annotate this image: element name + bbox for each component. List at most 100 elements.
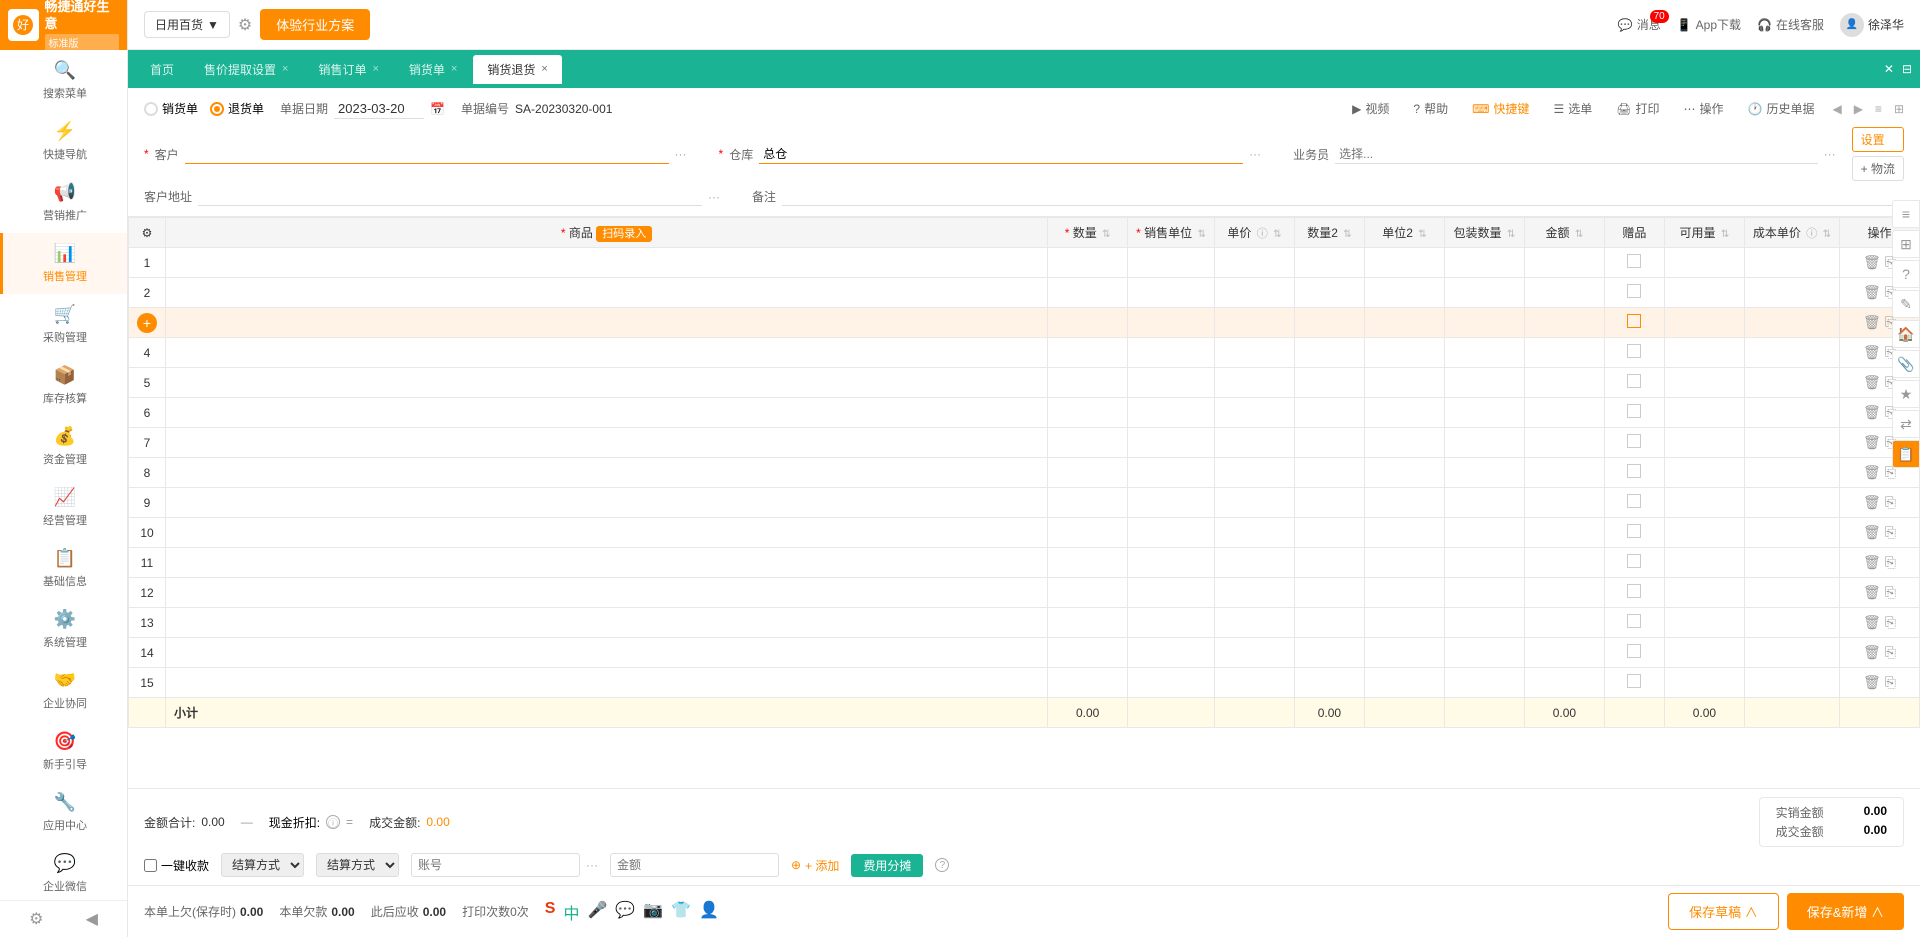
cash-info-icon[interactable]: ⓘ [326, 815, 340, 829]
amount-cell[interactable] [1524, 278, 1604, 308]
history-btn[interactable]: 🕐 历史单据 [1741, 98, 1820, 119]
select-btn[interactable]: ☰ 选单 [1547, 98, 1598, 119]
sidebar-item-system[interactable]: ⚙️ 系统管理 [0, 599, 127, 660]
gift-checkbox[interactable] [1627, 674, 1641, 688]
delete-row-icon[interactable]: 🗑 [1863, 314, 1881, 331]
settings-gear-icon[interactable]: ⚙ [238, 15, 252, 35]
cost-sort-icon[interactable]: ⇅ [1823, 229, 1831, 240]
customer-input[interactable] [185, 145, 669, 164]
save-new-btn[interactable]: 保存&新增 ∧ [1787, 893, 1904, 930]
product-cell[interactable] [166, 248, 1048, 278]
company-dropdown[interactable]: 日用百货 ▼ [144, 11, 230, 38]
gift-checkbox-new[interactable] [1627, 314, 1641, 328]
expense-info-icon[interactable]: ? [935, 858, 949, 872]
delete-row-icon[interactable]: 🗑 [1863, 284, 1881, 301]
product-cell-new[interactable] [166, 308, 1048, 338]
right-sidebar-item-1[interactable]: ≡ [1892, 200, 1920, 228]
calendar-icon[interactable]: 📅 [430, 102, 445, 116]
gift-checkbox[interactable] [1627, 404, 1641, 418]
warehouse-more-icon[interactable]: ··· [1249, 147, 1261, 161]
qty-cell[interactable] [1048, 278, 1128, 308]
expense-btn[interactable]: 费用分摊 [851, 854, 923, 877]
th-gear[interactable]: ⚙ [129, 218, 166, 248]
gift-cell[interactable] [1604, 248, 1664, 278]
user-menu[interactable]: 👤 徐泽华 [1840, 13, 1904, 37]
calc-method-select[interactable]: 结算方式 [316, 853, 399, 877]
delete-row-icon[interactable]: 🗑 [1863, 404, 1881, 421]
amount-cell[interactable] [1524, 248, 1604, 278]
amount-input[interactable] [610, 853, 779, 877]
gift-checkbox[interactable] [1627, 644, 1641, 658]
cost-info-icon[interactable]: ⓘ [1806, 228, 1817, 240]
ops-btn[interactable]: ⋯ 操作 [1677, 98, 1729, 119]
sidebar-item-nav[interactable]: ⚡ 快捷导航 [0, 111, 127, 172]
address-more-icon[interactable]: ··· [708, 190, 720, 204]
unit-cell[interactable] [1128, 248, 1215, 278]
sidebar-item-inventory[interactable]: 📦 库存核算 [0, 355, 127, 416]
sidebar-item-guide[interactable]: 🎯 新手引导 [0, 721, 127, 782]
unit2-sort-icon[interactable]: ⇅ [1418, 229, 1426, 240]
print-btn[interactable]: 🖨 打印 [1610, 98, 1665, 119]
view-list-icon[interactable]: ≡ [1875, 102, 1882, 116]
gift-checkbox[interactable] [1627, 434, 1641, 448]
gift-checkbox[interactable] [1627, 524, 1641, 538]
tab-home[interactable]: 首页 [136, 55, 188, 84]
tab-close-icon[interactable]: × [282, 63, 288, 75]
tab-sales-return[interactable]: 销货退货 × [473, 55, 561, 84]
icon-shirt[interactable]: 👕 [671, 900, 691, 924]
shortcut-btn[interactable]: ⌨ 快捷键 [1466, 98, 1535, 119]
qty-cell[interactable] [1048, 248, 1128, 278]
copy-row-icon[interactable]: ⎘ [1885, 554, 1896, 571]
salesperson-more-icon[interactable]: ··· [1824, 147, 1836, 161]
qty-cell-new[interactable] [1048, 308, 1128, 338]
video-help-btn[interactable]: ▶ 视频 [1346, 98, 1395, 119]
trial-btn[interactable]: 体验行业方案 [260, 9, 370, 40]
delete-row-icon[interactable]: 🗑 [1863, 494, 1881, 511]
gift-checkbox[interactable] [1627, 344, 1641, 358]
add-row-btn[interactable]: + [137, 313, 157, 333]
warehouse-input[interactable] [759, 145, 1243, 164]
delete-row-icon[interactable]: 🗑 [1863, 434, 1881, 451]
sidebar-settings-btn[interactable]: ⚙ [29, 909, 43, 929]
icon-camera[interactable]: 📷 [643, 900, 663, 924]
copy-row-icon[interactable]: ⎘ [1885, 494, 1896, 511]
logistics-btn[interactable]: + 物流 [1852, 156, 1904, 181]
sidebar-item-business[interactable]: 📈 经营管理 [0, 477, 127, 538]
price-sort-icon[interactable]: ⇅ [1273, 229, 1281, 240]
view-grid-icon[interactable]: ⊞ [1894, 102, 1904, 116]
right-sidebar-item-2[interactable]: ⊞ [1892, 230, 1920, 258]
customer-more-icon[interactable]: ··· [675, 147, 687, 161]
delete-row-icon[interactable]: 🗑 [1863, 644, 1881, 661]
gift-checkbox[interactable] [1627, 554, 1641, 568]
salesperson-input[interactable] [1335, 145, 1818, 164]
right-sidebar-item-7[interactable]: ★ [1892, 380, 1920, 408]
tab-close-icon[interactable]: × [451, 63, 457, 75]
price-info-icon[interactable]: ⓘ [1257, 228, 1268, 240]
qty-sort-icon[interactable]: ⇅ [1102, 229, 1110, 240]
sidebar-item-apps[interactable]: 🔧 应用中心 [0, 782, 127, 843]
unit-sort-icon[interactable]: ⇅ [1198, 229, 1206, 240]
price-cell-new[interactable] [1214, 308, 1294, 338]
app-download-btn[interactable]: 📱 App下载 [1677, 16, 1741, 33]
delete-row-icon[interactable]: 🗑 [1863, 524, 1881, 541]
gift-checkbox[interactable] [1627, 494, 1641, 508]
gift-cell[interactable] [1604, 278, 1664, 308]
save-draft-btn[interactable]: 保存草稿 ∧ [1668, 893, 1779, 930]
sidebar-collapse-btn[interactable]: ◀ [86, 909, 98, 929]
gift-checkbox[interactable] [1627, 464, 1641, 478]
price-cell[interactable] [1214, 248, 1294, 278]
copy-row-icon[interactable]: ⎘ [1885, 614, 1896, 631]
delete-row-icon[interactable]: 🗑 [1863, 254, 1881, 271]
sidebar-item-wechat[interactable]: 💬 企业微信 [0, 843, 127, 900]
delete-row-icon[interactable]: 🗑 [1863, 374, 1881, 391]
delete-row-icon[interactable]: 🗑 [1863, 614, 1881, 631]
sidebar-item-sales[interactable]: 📊 销售管理 [0, 233, 127, 294]
address-input[interactable] [198, 187, 702, 206]
gift-checkbox[interactable] [1627, 284, 1641, 298]
tab-sales[interactable]: 销货单 × [395, 55, 471, 84]
one-key-pay-check[interactable]: 一键收款 [144, 857, 209, 874]
gift-checkbox[interactable] [1627, 374, 1641, 388]
tab-sales-order[interactable]: 销售订单 × [304, 55, 392, 84]
service-btn[interactable]: 🎧 在线客服 [1757, 16, 1824, 33]
qty2-sort-icon[interactable]: ⇅ [1343, 229, 1351, 240]
